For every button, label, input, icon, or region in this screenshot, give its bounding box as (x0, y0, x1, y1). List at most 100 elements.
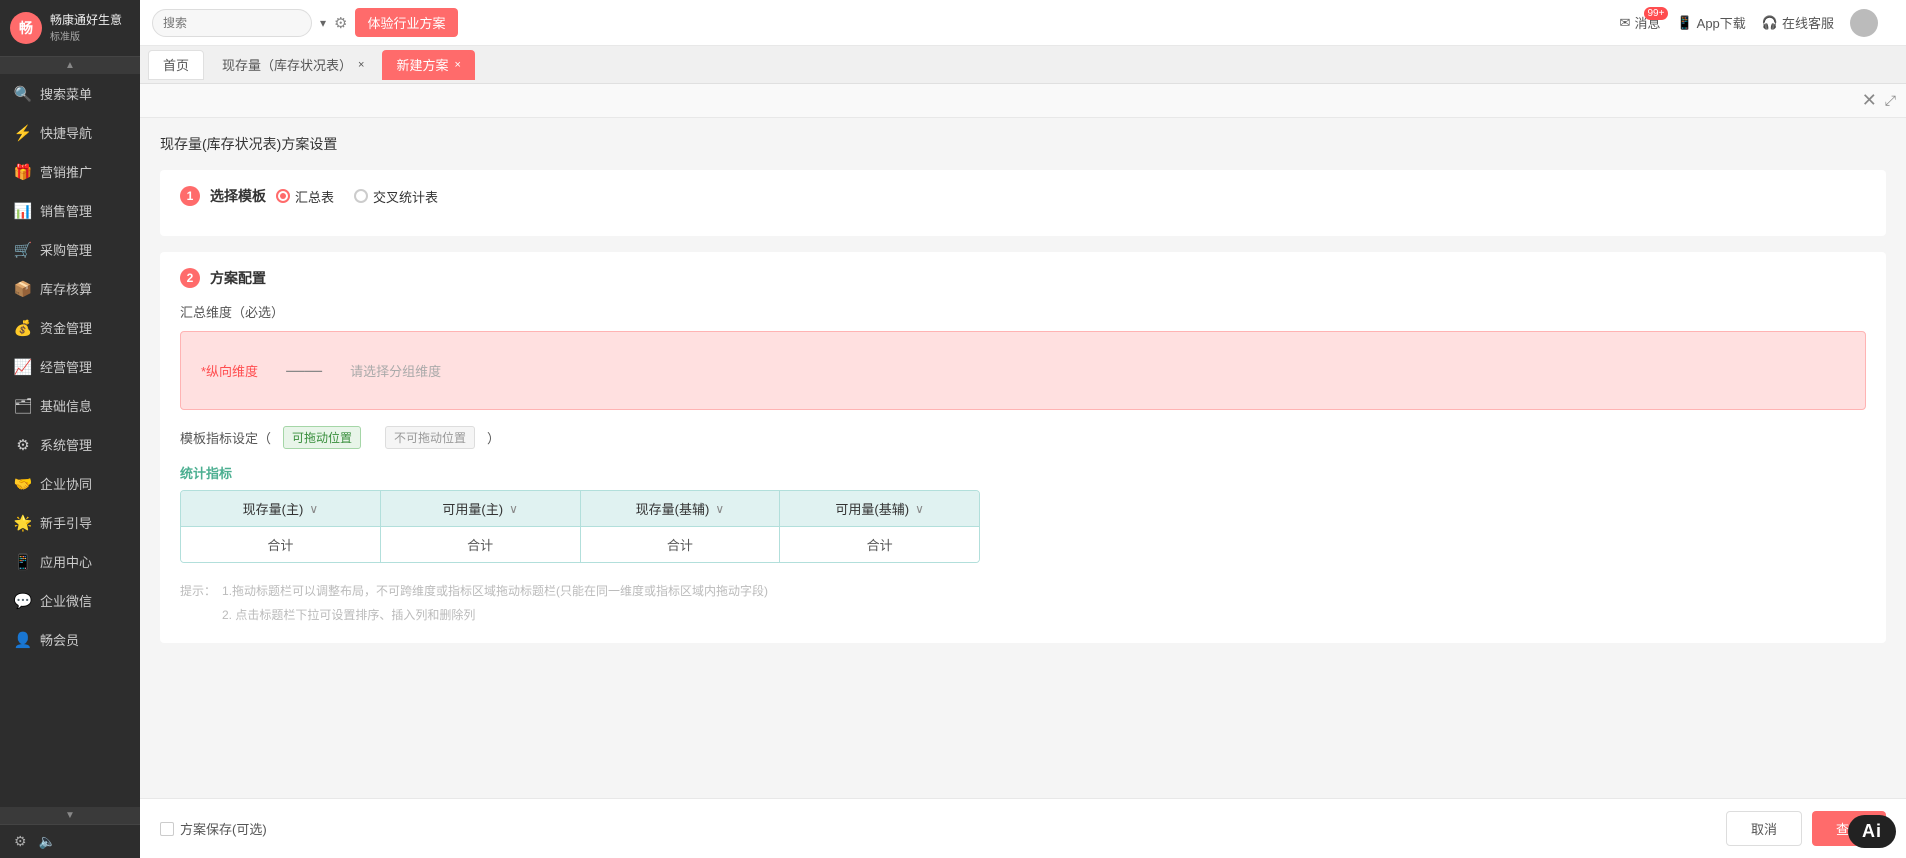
col-avail-aux-arrow[interactable]: ∨ (915, 502, 924, 516)
app-name-group: 畅康通好生意 标准版 (50, 13, 122, 44)
sidebar-item-search[interactable]: 🔍 搜索菜单 (0, 74, 140, 113)
sidebar-item-guide[interactable]: 🌟 新手引导 (0, 503, 140, 542)
sales-icon: 📊 (14, 202, 32, 220)
sidebar-item-marketing[interactable]: 🎁 营销推广 (0, 152, 140, 191)
radio-summary-dot (276, 189, 290, 203)
settings-bottom-icon[interactable]: ⚙ (14, 833, 27, 850)
col-avail-main-arrow[interactable]: ∨ (509, 502, 518, 516)
logo-initial: 畅 (19, 18, 33, 38)
panel-topbar: ✕ ⤢ (140, 84, 1906, 118)
col-current-main-arrow[interactable]: ∨ (309, 502, 318, 516)
trial-button[interactable]: 体验行业方案 (355, 8, 457, 37)
app-download-label: App下载 (1697, 13, 1746, 32)
content-area: 现存量(库存状况表)方案设置 1 选择模板 汇总表 交叉统计表 (140, 118, 1906, 798)
sidebar: 畅 畅康通好生意 标准版 ▲ 🔍 搜索菜单 ⚡ 快捷导航 🎁 营销推广 📊 销售… (0, 0, 140, 858)
tip-item-1: 提示： 1.拖动标题栏可以调整布局，不可跨维度或指标区域拖动标题栏(只能在同一维… (180, 579, 1866, 603)
basicinfo-icon: 🗂 (14, 397, 32, 415)
panel-close-icon[interactable]: ✕ (1862, 90, 1877, 111)
tab-new-scheme-label: 新建方案 (396, 55, 448, 74)
tab-home[interactable]: 首页 (148, 50, 204, 80)
marketing-icon: 🎁 (14, 163, 32, 181)
sidebar-item-label: 企业协同 (40, 474, 92, 493)
app-edition: 标准版 (50, 28, 122, 43)
app-download-button[interactable]: 📱 App下载 (1676, 13, 1745, 32)
operations-icon: 📈 (14, 358, 32, 376)
stat-table-row: 合计 合计 合计 合计 (181, 526, 979, 562)
sidebar-item-purchase[interactable]: 🛒 采购管理 (0, 230, 140, 269)
step2-header: 2 方案配置 (180, 268, 1866, 288)
appcenter-icon: 📱 (14, 553, 32, 571)
dimension-arrow: —— (286, 360, 322, 381)
step2-label: 方案配置 (210, 268, 266, 288)
tip-2-indent (180, 603, 216, 627)
radio-cross[interactable]: 交叉统计表 (354, 187, 438, 206)
dimension-required: *纵向维度 (201, 361, 258, 380)
col-current-aux[interactable]: 现存量(基辅) ∨ (581, 491, 781, 526)
col-current-aux-arrow[interactable]: ∨ (715, 502, 724, 516)
tip-item-2: 2. 点击标题栏下拉可设置排序、插入列和删除列 (180, 603, 1866, 627)
sidebar-item-member[interactable]: 👤 畅会员 (0, 620, 140, 659)
sidebar-item-operations[interactable]: 📈 经营管理 (0, 347, 140, 386)
cancel-button[interactable]: 取消 (1726, 811, 1802, 846)
tip-1-text: 1.拖动标题栏可以调整布局，不可跨维度或指标区域拖动标题栏(只能在同一维度或指标… (222, 579, 768, 603)
col-avail-main-label: 可用量(主) (442, 499, 503, 518)
dimension-box[interactable]: *纵向维度 —— 请选择分组维度 (180, 331, 1866, 410)
audio-bottom-icon[interactable]: 🔈 (39, 833, 56, 850)
tab-new-scheme[interactable]: 新建方案 × (382, 50, 474, 80)
step1-section: 1 选择模板 汇总表 交叉统计表 (160, 170, 1886, 236)
service-icon: 🎧 (1762, 15, 1778, 31)
sidebar-item-inventory[interactable]: 📦 库存核算 (0, 269, 140, 308)
radio-summary[interactable]: 汇总表 (276, 187, 334, 206)
quicknav-icon: ⚡ (14, 124, 32, 142)
sidebar-item-sales[interactable]: 📊 销售管理 (0, 191, 140, 230)
sidebar-item-collab[interactable]: 🤝 企业协同 (0, 464, 140, 503)
radio-summary-label: 汇总表 (295, 187, 334, 206)
sidebar-item-label: 营销推广 (40, 162, 92, 181)
topbar: ▾ ⚙ 体验行业方案 ✉ 消息 99+ 📱 App下载 🎧 在线客服 (140, 0, 1906, 46)
gear-icon[interactable]: ⚙ (334, 14, 347, 32)
sidebar-item-label: 资金管理 (40, 318, 92, 337)
dimension-section-label: 汇总维度（必选） (180, 302, 1866, 321)
sidebar-item-label: 销售管理 (40, 201, 92, 220)
app-name: 畅康通好生意 (50, 13, 122, 29)
purchase-icon: 🛒 (14, 241, 32, 259)
message-button[interactable]: ✉ 消息 99+ (1620, 13, 1661, 32)
col-current-main-label: 现存量(主) (243, 499, 304, 518)
search-input[interactable] (152, 9, 312, 37)
sidebar-item-basicinfo[interactable]: 🗂 基础信息 (0, 386, 140, 425)
col-avail-main[interactable]: 可用量(主) ∨ (381, 491, 581, 526)
sidebar-item-label: 基础信息 (40, 396, 92, 415)
stat-table-header: 现存量(主) ∨ 可用量(主) ∨ 现存量(基辅) ∨ 可用量(基辅) ∨ (181, 491, 979, 526)
sidebar-item-finance[interactable]: 💰 资金管理 (0, 308, 140, 347)
service-button[interactable]: 🎧 在线客服 (1762, 13, 1834, 32)
message-icon: ✉ (1620, 15, 1631, 31)
draggable-tag: 可拖动位置 (283, 426, 361, 449)
sidebar-scroll-down[interactable]: ▼ (0, 807, 140, 824)
step1-number: 1 (180, 186, 200, 206)
sidebar-item-wechat[interactable]: 💬 企业微信 (0, 581, 140, 620)
tab-inventory-close[interactable]: × (358, 59, 364, 71)
stat-table: 现存量(主) ∨ 可用量(主) ∨ 现存量(基辅) ∨ 可用量(基辅) ∨ (180, 490, 980, 563)
col-current-main[interactable]: 现存量(主) ∨ (181, 491, 381, 526)
save-checkbox[interactable] (160, 822, 174, 836)
step2-number: 2 (180, 268, 200, 288)
stat-section-label: 统计指标 (180, 463, 1866, 482)
sidebar-item-quicknav[interactable]: ⚡ 快捷导航 (0, 113, 140, 152)
tab-bar: 首页 现存量（库存状况表） × 新建方案 × (140, 46, 1906, 84)
template-radio-group: 汇总表 交叉统计表 (276, 187, 438, 206)
sidebar-menu: 🔍 搜索菜单 ⚡ 快捷导航 🎁 营销推广 📊 销售管理 🛒 采购管理 📦 库存核… (0, 74, 140, 807)
sidebar-item-label: 搜索菜单 (40, 84, 92, 103)
tab-inventory[interactable]: 现存量（库存状况表） × (208, 50, 378, 80)
col-avail-aux[interactable]: 可用量(基辅) ∨ (780, 491, 979, 526)
dropdown-icon[interactable]: ▾ (320, 16, 326, 30)
avatar[interactable] (1850, 9, 1878, 37)
sidebar-item-label: 采购管理 (40, 240, 92, 259)
sidebar-scroll-up[interactable]: ▲ (0, 57, 140, 74)
message-badge: 99+ (1644, 7, 1669, 20)
sidebar-item-system[interactable]: ⚙ 系统管理 (0, 425, 140, 464)
panel-expand-icon[interactable]: ⤢ (1885, 92, 1896, 109)
tab-home-label: 首页 (163, 55, 189, 74)
tab-new-scheme-close[interactable]: × (454, 59, 460, 71)
step1-label: 选择模板 (210, 186, 266, 206)
sidebar-item-appcenter[interactable]: 📱 应用中心 (0, 542, 140, 581)
